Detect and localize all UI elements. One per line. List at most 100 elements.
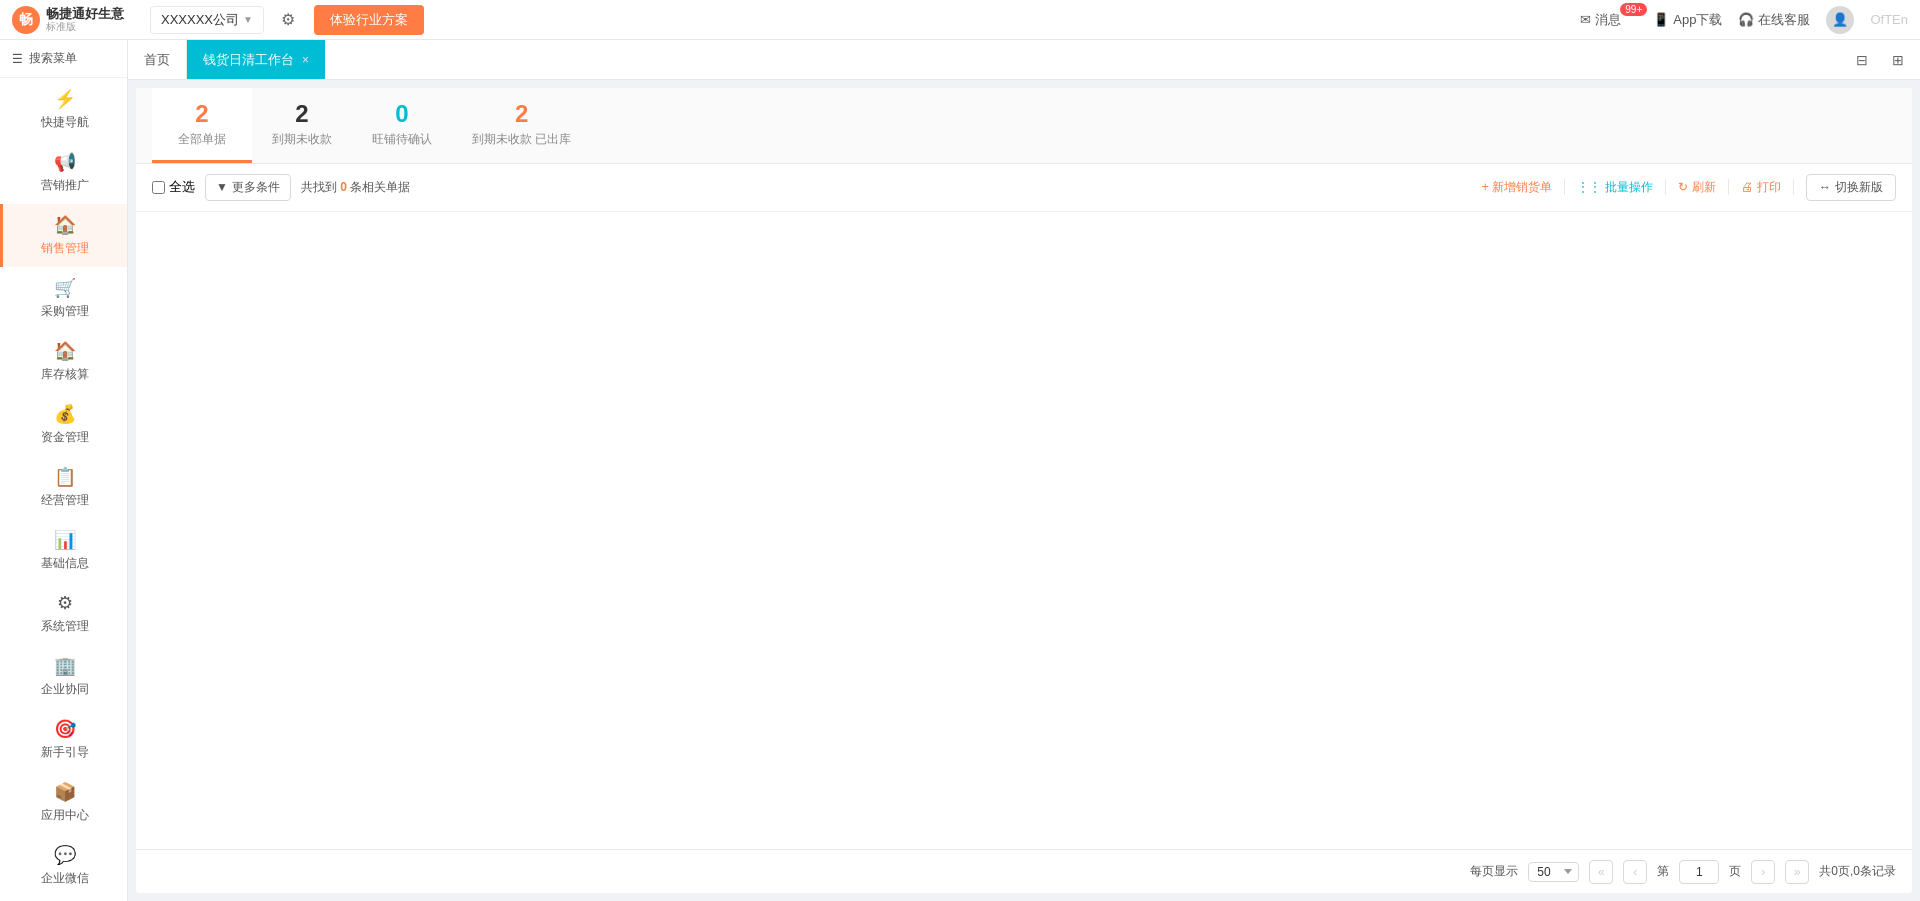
search-menu-btn[interactable]: ☰ 搜索菜单 xyxy=(0,40,127,78)
page-label: 第 xyxy=(1657,863,1669,880)
batch-icon: ⋮⋮ xyxy=(1577,180,1601,194)
stats-label-overdue: 到期未收款 xyxy=(272,131,332,148)
pagination-bar: 每页显示 20 50 100 « ‹ 第 页 › » 共0页,0条记录 xyxy=(136,849,1912,893)
divider-2 xyxy=(1665,179,1666,195)
select-all-checkbox[interactable] xyxy=(152,181,165,194)
sidebar-item-operation[interactable]: 📋 经营管理 xyxy=(0,456,127,519)
sidebar-item-wechat[interactable]: 💬 企业微信 xyxy=(0,834,127,897)
switch-icon: ↔ xyxy=(1819,180,1831,194)
top-header: 畅 畅捷通好生意 标准版 XXXXXX公司 ▼ ⚙ 体验行业方案 ✉ 消息 99… xyxy=(0,0,1920,40)
service-icon: 🎧 xyxy=(1738,12,1754,27)
toolbar-left: 全选 ▼ 更多条件 共找到 0 条相关单据 xyxy=(152,174,1470,201)
divider-3 xyxy=(1728,179,1729,195)
sidebar-item-inventory[interactable]: 🏠 库存核算 xyxy=(0,330,127,393)
sidebar-item-quick-nav[interactable]: ⚡ 快捷导航 xyxy=(0,78,127,141)
last-page-button[interactable]: » xyxy=(1785,860,1809,884)
stats-tab-all[interactable]: 2 全部单据 xyxy=(152,88,252,163)
message-btn[interactable]: ✉ 消息 99+ xyxy=(1580,11,1637,29)
stats-label-all: 全部单据 xyxy=(178,131,226,148)
page-total: 共0页,0条记录 xyxy=(1819,863,1896,880)
found-count: 0 xyxy=(340,180,347,194)
print-icon: 🖨 xyxy=(1741,180,1753,194)
username-area[interactable]: OfTEn xyxy=(1870,12,1908,27)
prev-page-button[interactable]: ‹ xyxy=(1623,860,1647,884)
filter-button[interactable]: ▼ 更多条件 xyxy=(205,174,291,201)
header-right: ✉ 消息 99+ 📱 App下载 🎧 在线客服 👤 OfTEn xyxy=(1580,6,1908,34)
stats-tab-pending[interactable]: 0 旺铺待确认 xyxy=(352,88,452,163)
first-page-button[interactable]: « xyxy=(1589,860,1613,884)
page-size-label: 每页显示 xyxy=(1470,863,1518,880)
print-button[interactable]: 🖨 打印 xyxy=(1741,179,1781,196)
stats-count-shipped: 2 xyxy=(515,100,528,129)
basic-info-icon: 📊 xyxy=(54,529,76,551)
batch-operation-button[interactable]: ⋮⋮ 批量操作 xyxy=(1577,179,1653,196)
toolbar: 全选 ▼ 更多条件 共找到 0 条相关单据 + 新增销货单 xyxy=(136,164,1912,212)
sidebar-item-guide[interactable]: 🎯 新手引导 xyxy=(0,708,127,771)
divider-4 xyxy=(1793,179,1794,195)
stats-tab-shipped[interactable]: 2 到期未收款 已出库 xyxy=(452,88,591,163)
tab-active-label: 钱货日清工作台 xyxy=(203,51,294,69)
avatar[interactable]: 👤 xyxy=(1826,6,1854,34)
tab-close-icon[interactable]: × xyxy=(302,53,309,67)
refresh-icon: ↻ xyxy=(1678,180,1688,194)
sidebar-item-basic-info[interactable]: 📊 基础信息 xyxy=(0,519,127,582)
stats-label-shipped: 到期未收款 已出库 xyxy=(472,131,571,148)
online-service-btn[interactable]: 🎧 在线客服 xyxy=(1738,11,1810,29)
logo-area: 畅 畅捷通好生意 标准版 xyxy=(12,6,140,34)
app-center-icon: 📦 xyxy=(54,781,76,803)
app-download-icon: 📱 xyxy=(1653,12,1669,27)
company-name: XXXXXX公司 xyxy=(161,11,239,29)
guide-icon: 🎯 xyxy=(54,718,76,740)
tab-bar: 首页 钱货日清工作台 × ⊟ ⊞ xyxy=(128,40,1920,80)
found-text: 共找到 0 条相关单据 xyxy=(301,179,410,196)
stats-tabs: 2 全部单据 2 到期未收款 0 旺铺待确认 2 到期未收款 已出库 xyxy=(136,88,1912,164)
tab-minimize-icon[interactable]: ⊟ xyxy=(1848,46,1876,74)
page-size-select[interactable]: 20 50 100 xyxy=(1528,862,1579,882)
sidebar-item-marketing[interactable]: 📢 营销推广 xyxy=(0,141,127,204)
message-badge: 99+ xyxy=(1620,3,1647,16)
switch-version-button[interactable]: ↔ 切换新版 xyxy=(1806,174,1896,201)
app-download-btn[interactable]: 📱 App下载 xyxy=(1653,11,1722,29)
search-icon: ☰ xyxy=(12,52,23,66)
select-all-label[interactable]: 全选 xyxy=(152,178,195,196)
sidebar-item-vip[interactable]: ♛ 畅会员 xyxy=(0,897,127,901)
stats-count-overdue: 2 xyxy=(295,100,308,129)
wechat-icon: 💬 xyxy=(54,844,76,866)
page-number-input[interactable] xyxy=(1679,860,1719,884)
stats-tab-overdue[interactable]: 2 到期未收款 xyxy=(252,88,352,163)
divider-1 xyxy=(1564,179,1565,195)
tab-maximize-icon[interactable]: ⊞ xyxy=(1884,46,1912,74)
sidebar-item-purchase[interactable]: 🛒 采购管理 xyxy=(0,267,127,330)
settings-icon[interactable]: ⚙ xyxy=(272,4,304,36)
system-icon: ⚙ xyxy=(54,592,76,614)
try-industry-button[interactable]: 体验行业方案 xyxy=(314,5,424,35)
tab-home[interactable]: 首页 xyxy=(128,40,187,79)
chevron-down-icon: ▼ xyxy=(243,14,253,25)
message-label: 消息 xyxy=(1595,11,1621,29)
logo-title: 畅捷通好生意 xyxy=(46,6,124,22)
logo-icon: 畅 xyxy=(12,6,40,34)
refresh-button[interactable]: ↻ 刷新 xyxy=(1678,179,1716,196)
toolbar-right: + 新增销货单 ⋮⋮ 批量操作 ↻ 刷新 🖨 打印 xyxy=(1482,174,1896,201)
sidebar-item-finance[interactable]: 💰 资金管理 xyxy=(0,393,127,456)
add-sale-order-button[interactable]: + 新增销货单 xyxy=(1482,179,1552,196)
stats-count-pending: 0 xyxy=(395,100,408,129)
purchase-icon: 🛒 xyxy=(54,277,76,299)
sidebar-item-sales[interactable]: 🏠 销售管理 xyxy=(0,204,127,267)
sidebar-item-enterprise[interactable]: 🏢 企业协同 xyxy=(0,645,127,708)
tab-bar-actions: ⊟ ⊞ xyxy=(1848,46,1920,74)
sidebar-item-app-center[interactable]: 📦 应用中心 xyxy=(0,771,127,834)
stats-label-pending: 旺铺待确认 xyxy=(372,131,432,148)
sales-icon: 🏠 xyxy=(54,214,76,236)
logo-sub: 标准版 xyxy=(46,21,124,33)
company-selector[interactable]: XXXXXX公司 ▼ xyxy=(150,6,264,34)
sidebar-item-system[interactable]: ⚙ 系统管理 xyxy=(0,582,127,645)
inventory-icon: 🏠 xyxy=(54,340,76,362)
tab-active[interactable]: 钱货日清工作台 × xyxy=(187,40,325,79)
sidebar: ☰ 搜索菜单 ⚡ 快捷导航 📢 营销推广 🏠 销售管理 🛒 采购管理 🏠 库存核… xyxy=(0,40,128,901)
next-page-button[interactable]: › xyxy=(1751,860,1775,884)
username-text: OfTEn xyxy=(1870,12,1908,27)
quick-nav-icon: ⚡ xyxy=(54,88,76,110)
stats-count-all: 2 xyxy=(195,100,208,129)
data-table-area xyxy=(136,212,1912,849)
